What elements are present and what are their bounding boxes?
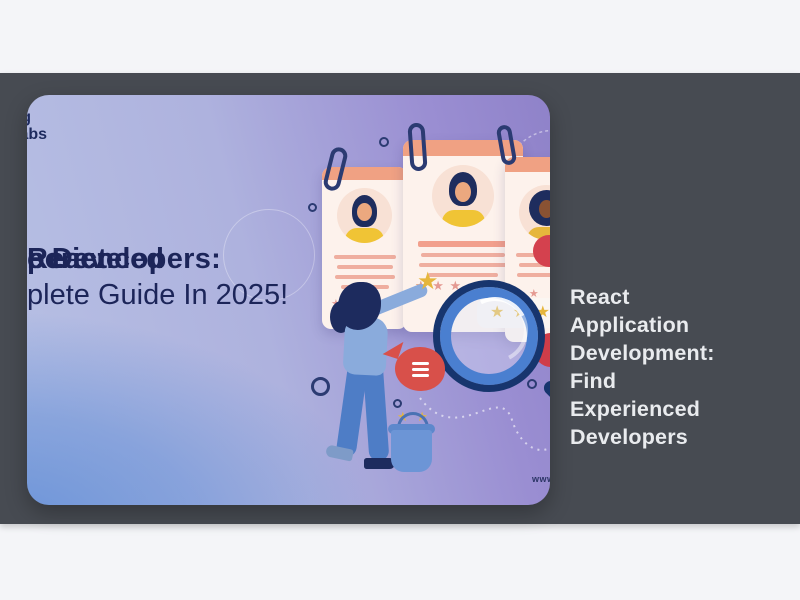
decorative-dot	[308, 203, 317, 212]
hero-section: g labs perienced React e Developers: ple…	[0, 73, 800, 524]
logo-line1: g	[27, 109, 31, 126]
brand-logo-fragment: g labs	[27, 109, 48, 143]
website-url-fragment: www.	[532, 474, 550, 484]
paperclip-icon	[407, 122, 428, 172]
headline-line3: plete Guide In 2025!	[27, 279, 289, 311]
held-star-icon: ★	[417, 268, 439, 295]
decorative-dot	[527, 379, 537, 389]
candidate-avatar	[337, 188, 392, 243]
decorative-dot	[311, 377, 330, 396]
decorative-dot	[379, 137, 389, 147]
decorative-dot	[393, 399, 402, 408]
magnifier-icon	[433, 280, 545, 392]
headline-line1-bold: React	[27, 243, 108, 275]
logo-line2: labs	[27, 126, 48, 143]
candidate-avatar	[432, 165, 494, 227]
post-title-link[interactable]: React Application Development: Find Expe…	[570, 283, 750, 451]
speech-bubble-icon	[395, 347, 445, 391]
blog-banner-thumbnail[interactable]: g labs perienced React e Developers: ple…	[27, 95, 550, 505]
bucket-icon	[391, 430, 432, 472]
candidate-avatar	[519, 185, 550, 240]
banner-headline: perienced React e Developers: plete Guid…	[27, 241, 288, 313]
